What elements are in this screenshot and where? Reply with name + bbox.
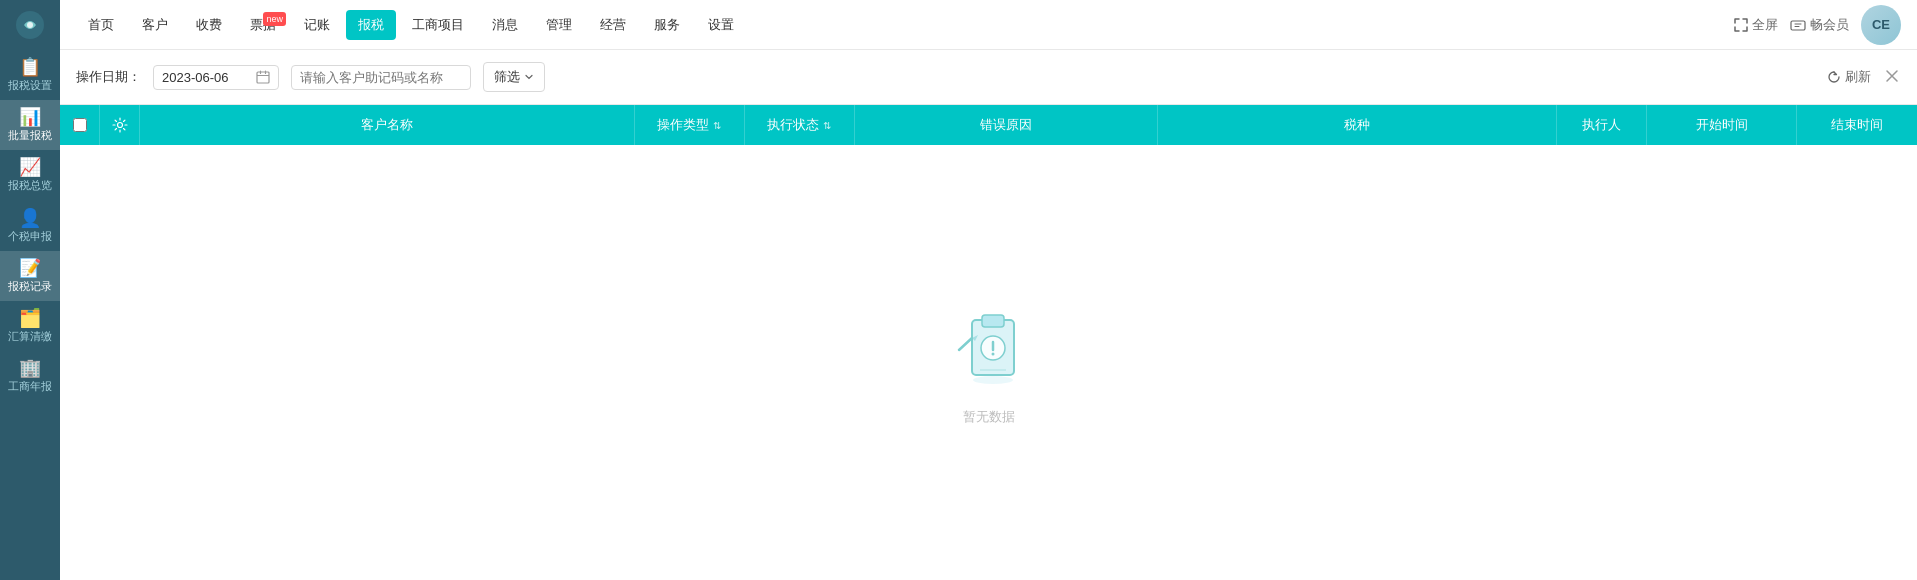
sidebar-item-piliangbaoshui[interactable]: 📊 批量报税	[0, 100, 60, 150]
sidebar-item-gongshangnianbing[interactable]: 🏢 工商年报	[0, 351, 60, 401]
refresh-label: 刷新	[1845, 68, 1871, 86]
svg-line-6	[959, 338, 972, 350]
nav-items: 首页 客户 收费 票据 new 记账 报税 工商项目 消息 管理 经营 服务 设…	[76, 10, 1734, 40]
svg-rect-10	[982, 315, 1004, 327]
gongshangnianbing-icon: 🏢	[19, 359, 41, 377]
baoshuishezhi-icon: 📋	[19, 58, 41, 76]
sidebar-item-baoshuijilu[interactable]: 📝 报税记录	[0, 251, 60, 301]
sidebar-item-gongshangnianbing-label: 工商年报	[8, 380, 52, 393]
baoshuijilu-icon: 📝	[19, 259, 41, 277]
fullscreen-button[interactable]: 全屏	[1734, 16, 1778, 34]
table-header: 客户名称 操作类型 ⇅ 执行状态 ⇅ 错误原因 税种 执行人	[60, 105, 1917, 145]
nav-item-shezhi[interactable]: 设置	[696, 10, 746, 40]
fullscreen-label: 全屏	[1752, 16, 1778, 34]
nav-item-shoufei[interactable]: 收费	[184, 10, 234, 40]
th-starttime: 开始时间	[1647, 105, 1797, 145]
filter-label: 筛选	[494, 68, 520, 86]
baoshuizonlan-icon: 📈	[19, 158, 41, 176]
nav-item-guanli[interactable]: 管理	[534, 10, 584, 40]
th-checkbox[interactable]	[60, 105, 100, 145]
th-settings[interactable]	[100, 105, 140, 145]
table-container: 客户名称 操作类型 ⇅ 执行状态 ⇅ 错误原因 税种 执行人	[60, 105, 1917, 580]
sidebar-item-baoshuizonlan-label: 报税总览	[8, 179, 52, 192]
svg-point-5	[117, 123, 122, 128]
nav-item-homepage[interactable]: 首页	[76, 10, 126, 40]
sidebar-item-baoshuishezhi-label: 报税设置	[8, 79, 52, 92]
refresh-icon	[1827, 70, 1841, 84]
settings-icon	[112, 117, 128, 133]
member-label: 畅会员	[1810, 16, 1849, 34]
search-wrapper[interactable]	[291, 65, 471, 90]
svg-rect-2	[1791, 21, 1805, 30]
huisuanqingjiao-icon: 🗂️	[19, 309, 41, 327]
sort-icon-status: ⇅	[823, 120, 831, 131]
select-all-checkbox[interactable]	[73, 118, 87, 132]
nav-item-jingying[interactable]: 经营	[588, 10, 638, 40]
new-badge-piaoju: new	[263, 12, 286, 26]
empty-text: 暂无数据	[963, 408, 1015, 426]
refresh-button[interactable]: 刷新	[1827, 68, 1871, 86]
member-button[interactable]: 畅会员	[1790, 16, 1849, 34]
th-error: 错误原因	[855, 105, 1159, 145]
nav-item-piaoju[interactable]: 票据 new	[238, 10, 288, 40]
top-nav: 首页 客户 收费 票据 new 记账 报税 工商项目 消息 管理 经营 服务 设…	[60, 0, 1917, 50]
date-label: 操作日期：	[76, 68, 141, 86]
sidebar-logo	[0, 0, 60, 50]
svg-rect-3	[257, 72, 269, 83]
sidebar-item-huisuanqingjiao[interactable]: 🗂️ 汇算清缴	[0, 301, 60, 351]
sort-icon-optype: ⇅	[713, 120, 721, 131]
content-area: 操作日期： 筛选	[60, 50, 1917, 580]
geshuishenbing-icon: 👤	[19, 209, 41, 227]
sidebar-item-baoshuizonlan[interactable]: 📈 报税总览	[0, 150, 60, 200]
top-nav-right: 全屏 畅会员 CE	[1734, 5, 1901, 45]
svg-point-16	[973, 376, 1013, 384]
calendar-icon	[256, 70, 270, 84]
chevron-down-icon	[524, 72, 534, 82]
avatar-text: CE	[1872, 17, 1890, 32]
sidebar-item-huisuanqingjiao-label: 汇算清缴	[8, 330, 52, 343]
empty-state-icon	[944, 300, 1034, 400]
search-input[interactable]	[300, 70, 468, 85]
sidebar-item-baoshuijilu-label: 报税记录	[8, 280, 52, 293]
avatar[interactable]: CE	[1861, 5, 1901, 45]
date-picker[interactable]	[153, 65, 279, 90]
sidebar-item-geshuishenbing[interactable]: 👤 个税申报	[0, 201, 60, 251]
nav-item-baoshui[interactable]: 报税	[346, 10, 396, 40]
sidebar-item-piliangbaoshui-label: 批量报税	[8, 129, 52, 142]
th-status: 执行状态 ⇅	[745, 105, 855, 145]
nav-item-xiaoxi[interactable]: 消息	[480, 10, 530, 40]
svg-point-14	[991, 352, 994, 355]
nav-item-customer[interactable]: 客户	[130, 10, 180, 40]
empty-illustration: 暂无数据	[944, 300, 1034, 426]
th-tax: 税种	[1158, 105, 1557, 145]
table-body: 暂无数据	[60, 145, 1917, 580]
filter-button[interactable]: 筛选	[483, 62, 545, 92]
toolbar: 操作日期： 筛选	[60, 50, 1917, 105]
th-optype: 操作类型 ⇅	[635, 105, 745, 145]
th-client: 客户名称	[140, 105, 635, 145]
sidebar-item-baoshuishezhi[interactable]: 📋 报税设置	[0, 50, 60, 100]
fullscreen-icon	[1734, 18, 1748, 32]
close-button[interactable]	[1883, 67, 1901, 88]
main-area: 首页 客户 收费 票据 new 记账 报税 工商项目 消息 管理 经营 服务 设…	[60, 0, 1917, 580]
date-input[interactable]	[162, 70, 250, 85]
th-executor: 执行人	[1557, 105, 1647, 145]
piliangbaoshui-icon: 📊	[19, 108, 41, 126]
svg-point-1	[27, 22, 33, 28]
nav-item-fuwu[interactable]: 服务	[642, 10, 692, 40]
th-endtime: 结束时间	[1797, 105, 1917, 145]
sidebar: 📋 报税设置 📊 批量报税 📈 报税总览 👤 个税申报 📝 报税记录 🗂️ 汇算…	[0, 0, 60, 580]
close-icon	[1883, 67, 1901, 85]
nav-item-gongshang[interactable]: 工商项目	[400, 10, 476, 40]
sidebar-item-geshuishenbing-label: 个税申报	[8, 230, 52, 243]
nav-item-jizhang[interactable]: 记账	[292, 10, 342, 40]
member-icon	[1790, 17, 1806, 33]
